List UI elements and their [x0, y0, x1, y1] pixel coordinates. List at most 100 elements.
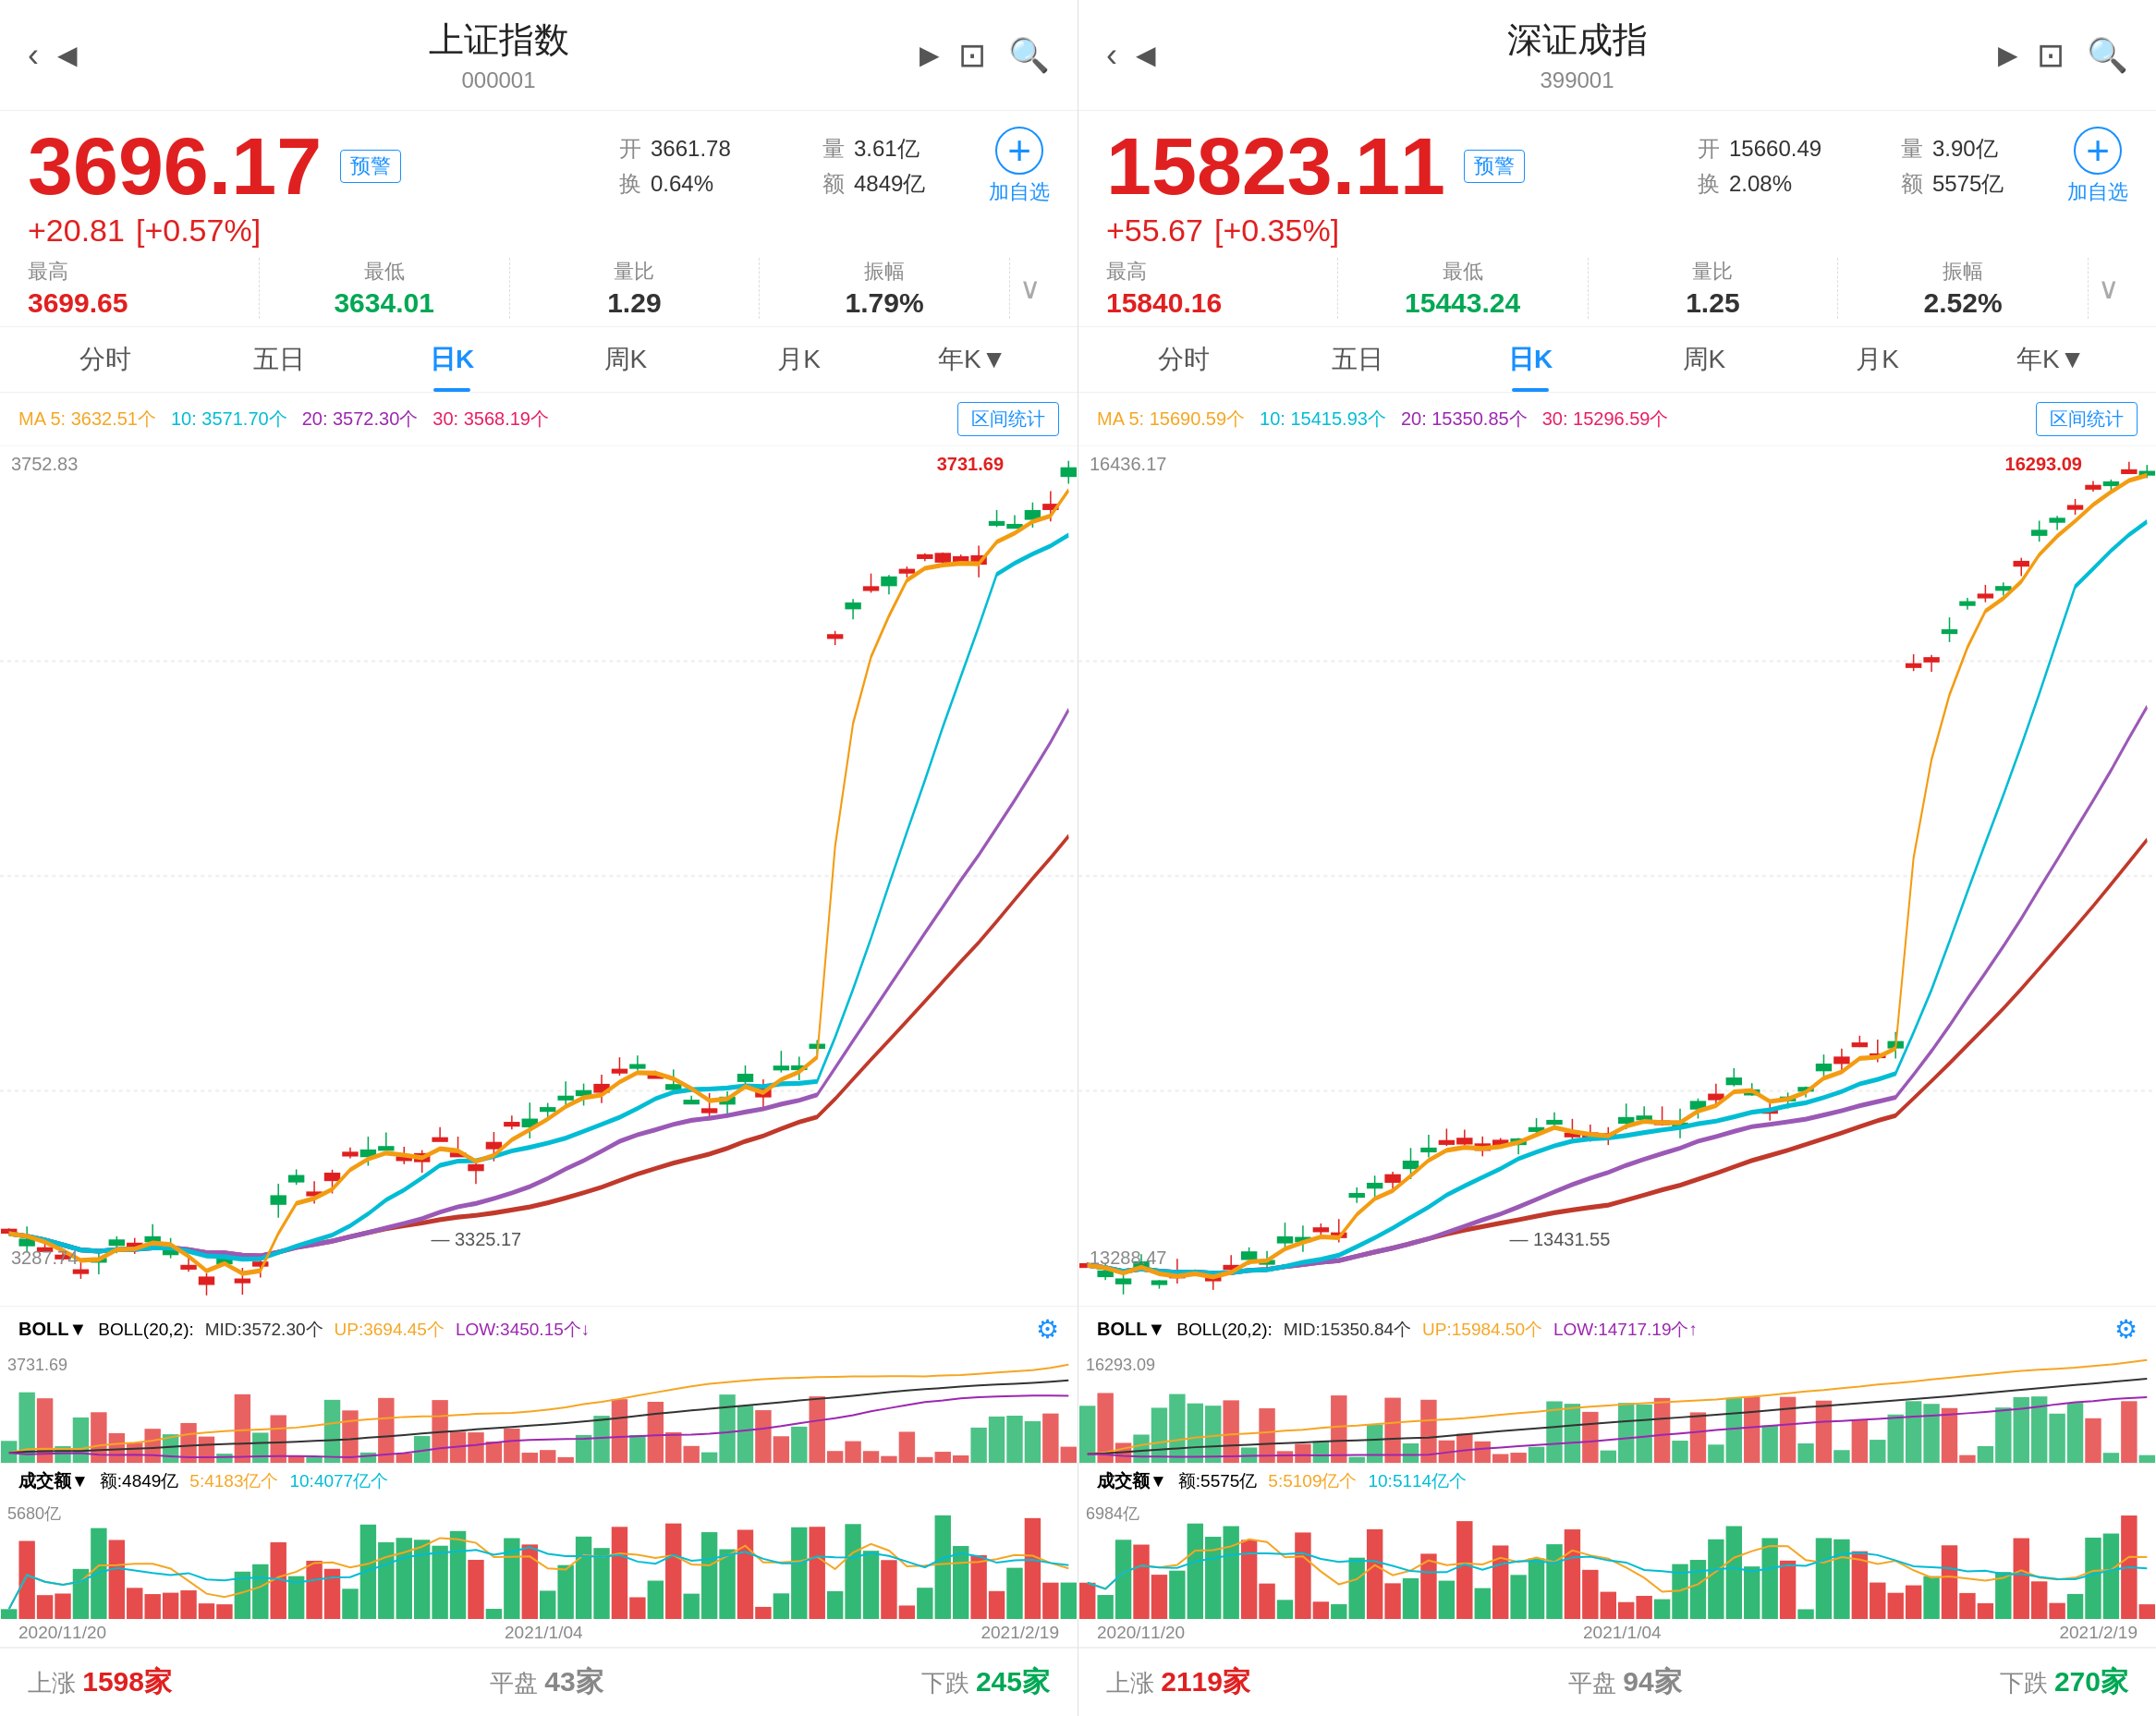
tab-五日[interactable]: 五日 — [192, 327, 366, 392]
tab-年K▼[interactable]: 年K▼ — [1964, 327, 2138, 392]
layout-icon[interactable]: ⊡ — [958, 36, 986, 75]
stat-high-label: 最高 — [28, 258, 240, 286]
svg-rect-464 — [1654, 1600, 1670, 1619]
svg-rect-65 — [540, 1107, 555, 1112]
header-right: ▶ ⊡ 🔍 — [920, 36, 1050, 75]
price-stats-row: 最高 15840.16 最低 15443.24 量比 1.25 振幅 2.52%… — [1106, 258, 2128, 319]
change-percent: [+0.35%] — [1214, 213, 1339, 249]
search-icon[interactable]: 🔍 — [2087, 36, 2128, 75]
tab-日K[interactable]: 日K — [1443, 327, 1617, 392]
svg-rect-227 — [737, 1529, 753, 1619]
tab-月K[interactable]: 月K — [713, 327, 886, 392]
gear-icon[interactable]: ⚙ — [1036, 1314, 1059, 1345]
svg-rect-396 — [1529, 1447, 1544, 1463]
price-stats-row: 最高 3699.65 最低 3634.01 量比 1.29 振幅 1.79% ∨ — [28, 258, 1050, 319]
svg-rect-131 — [109, 1433, 125, 1463]
search-icon[interactable]: 🔍 — [1008, 36, 1050, 75]
svg-rect-454 — [1475, 1588, 1491, 1619]
vol-chart[interactable]: 6984亿 — [1078, 1499, 2156, 1619]
svg-rect-189 — [55, 1593, 70, 1619]
interval-btn[interactable]: 区间统计 — [957, 402, 1059, 436]
svg-rect-474 — [1833, 1540, 1849, 1619]
svg-rect-403 — [1654, 1398, 1670, 1463]
svg-rect-156 — [557, 1457, 573, 1463]
stat-flat-label: 平盘 43家 — [490, 1663, 603, 1701]
add-watchlist-btn[interactable]: + 加自选 — [989, 127, 1050, 206]
price-section: 3696.17 预警 开 3661.78 换 0.64% 量 — [0, 111, 1078, 327]
volume-value: 3.61亿 — [854, 134, 920, 164]
boll-chart[interactable]: 3731.69 — [0, 1352, 1078, 1463]
prev-arrow[interactable]: ◀ — [57, 40, 78, 70]
layout-icon[interactable]: ⊡ — [2037, 36, 2065, 75]
svg-rect-443 — [1277, 1600, 1293, 1619]
open-value: 15660.49 — [1729, 136, 1821, 162]
vol-label[interactable]: 成交额▼ — [1097, 1469, 1167, 1493]
svg-rect-335 — [1833, 1056, 1849, 1064]
next-arrow[interactable]: ▶ — [920, 40, 940, 70]
main-chart[interactable]: 3752.83 3731.69 3287.74 — 3325.17 — [0, 446, 1078, 1306]
next-arrow[interactable]: ▶ — [1998, 40, 2018, 70]
back-button[interactable]: ‹ — [1106, 36, 1117, 75]
svg-rect-223 — [665, 1524, 681, 1619]
gear-icon[interactable]: ⚙ — [2114, 1314, 2138, 1345]
tab-周K[interactable]: 周K — [1617, 327, 1791, 392]
boll-label[interactable]: BOLL▼ — [18, 1319, 87, 1340]
svg-rect-115 — [989, 521, 1005, 526]
svg-rect-170 — [810, 1396, 825, 1463]
svg-rect-75 — [629, 1064, 645, 1068]
tab-五日[interactable]: 五日 — [1271, 327, 1444, 392]
svg-rect-230 — [791, 1527, 807, 1619]
tab-周K[interactable]: 周K — [539, 327, 713, 392]
collapse-btn[interactable]: ∨ — [2089, 271, 2128, 306]
svg-rect-255 — [1115, 1278, 1131, 1284]
prev-arrow[interactable]: ◀ — [1136, 40, 1156, 70]
svg-rect-240 — [970, 1555, 986, 1619]
chart-price-mark: — 13431.55 — [1509, 1229, 1610, 1250]
header-right: ▶ ⊡ 🔍 — [1998, 36, 2128, 75]
tab-分时[interactable]: 分时 — [18, 327, 192, 392]
main-panels: ‹ ◀ 上证指数 000001 ▶ ⊡ 🔍 3696.17 预警 — [0, 0, 2156, 1716]
svg-rect-196 — [180, 1590, 196, 1619]
svg-rect-418 — [1923, 1404, 1939, 1463]
change-percent: [+0.57%] — [136, 213, 261, 249]
tab-年K▼[interactable]: 年K▼ — [885, 327, 1059, 392]
svg-rect-375 — [1151, 1407, 1167, 1463]
svg-rect-181 — [1006, 1416, 1022, 1463]
stat-amplitude: 振幅 1.79% — [760, 258, 1010, 319]
vol-label[interactable]: 成交额▼ — [18, 1469, 89, 1493]
boll-chart[interactable]: 16293.09 — [1078, 1352, 2156, 1463]
tab-月K[interactable]: 月K — [1791, 327, 1965, 392]
stat-high-label: 最高 — [1106, 258, 1319, 286]
svg-rect-333 — [1816, 1064, 1832, 1071]
boll-label[interactable]: BOLL▼ — [1097, 1319, 1165, 1340]
warning-badge[interactable]: 预警 — [340, 150, 401, 183]
svg-rect-293 — [1456, 1138, 1472, 1144]
candlestick-chart — [0, 446, 1078, 1306]
svg-rect-136 — [199, 1437, 214, 1463]
stat-amplitude-value: 2.52% — [1857, 287, 2069, 319]
svg-rect-387 — [1367, 1425, 1383, 1463]
tabs: 分时五日日K周K月K年K▼ — [1078, 327, 2156, 393]
main-chart[interactable]: 16436.17 16293.09 13288.47 — 13431.55 — [1078, 446, 2156, 1306]
stat-volratio-value: 1.25 — [1607, 287, 1820, 319]
boll-low: LOW:14717.19个↑ — [1553, 1318, 1698, 1342]
collapse-btn[interactable]: ∨ — [1010, 271, 1050, 306]
interval-btn[interactable]: 区间统计 — [2036, 402, 2138, 436]
svg-rect-162 — [665, 1432, 681, 1463]
stat-down-label: 下跌 245家 — [921, 1663, 1050, 1701]
stat-high: 最高 3699.65 — [28, 258, 260, 319]
svg-rect-461 — [1601, 1592, 1616, 1619]
svg-rect-273 — [1277, 1236, 1293, 1244]
svg-rect-47 — [378, 1146, 394, 1150]
svg-rect-164 — [701, 1453, 717, 1463]
tab-分时[interactable]: 分时 — [1097, 327, 1271, 392]
vol-chart[interactable]: 5680亿 — [0, 1499, 1078, 1619]
tab-日K[interactable]: 日K — [365, 327, 539, 392]
back-button[interactable]: ‹ — [28, 36, 39, 75]
svg-rect-163 — [683, 1446, 699, 1463]
amount-label: 额 — [1901, 169, 1923, 199]
add-watchlist-btn[interactable]: + 加自选 — [2067, 127, 2128, 206]
warning-badge[interactable]: 预警 — [1464, 150, 1525, 183]
volume-indicator-bar: 成交额▼ 额:5575亿 5:5109亿个 10:5114亿个 — [1078, 1463, 2156, 1499]
stat-down-count: 245家 — [976, 1666, 1050, 1697]
